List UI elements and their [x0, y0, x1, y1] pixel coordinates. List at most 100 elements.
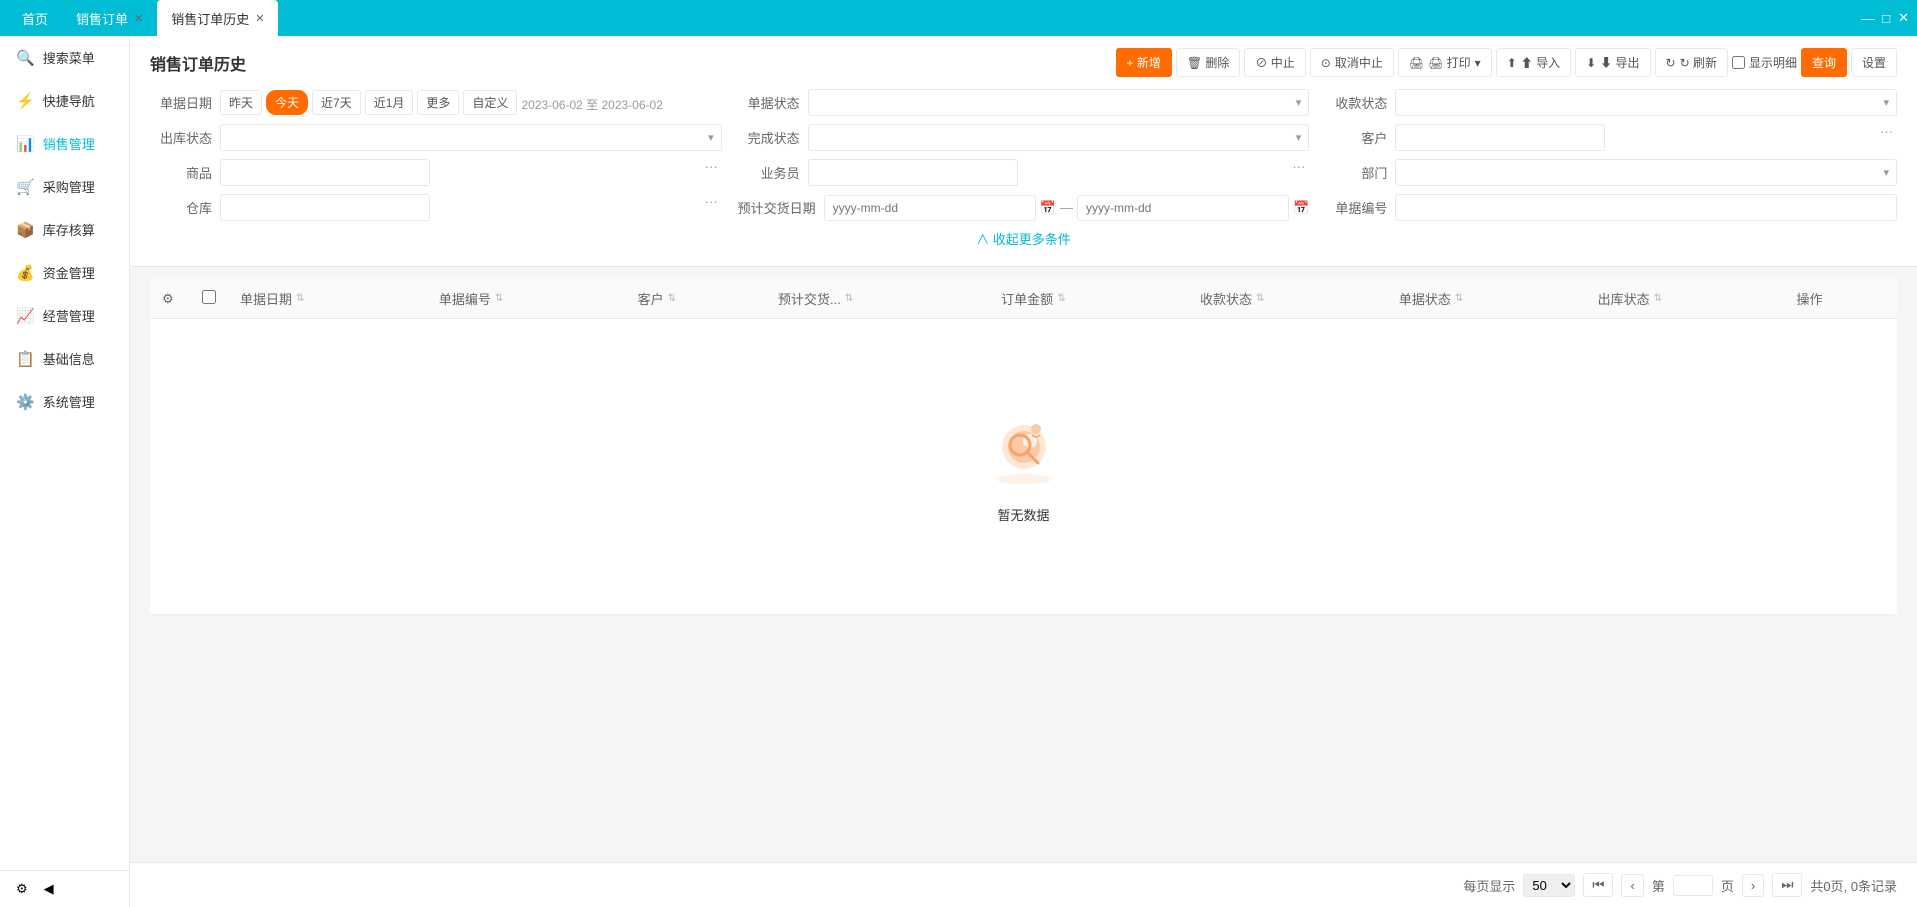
customer-dots-icon[interactable]: ··· — [1876, 124, 1897, 139]
show-cols-checkbox-group[interactable]: 显示明细 — [1732, 54, 1797, 71]
sidebar-item-sales[interactable]: 📊 销售管理 — [0, 122, 129, 165]
complete-status-select[interactable] — [808, 124, 1310, 151]
dept-select[interactable] — [1395, 159, 1897, 186]
th-customer: 客户 ⇅ — [626, 279, 766, 319]
date-range-text: 2023-06-02 至 2023-06-02 — [521, 98, 662, 112]
filter-row-2: 出库状态 ▾ 完成状态 — [150, 124, 1897, 151]
tab-sales-order[interactable]: 销售订单 ✕ — [62, 0, 157, 36]
query-button[interactable]: 查询 — [1801, 48, 1847, 77]
refresh-button[interactable]: ↻ ↻ 刷新 — [1655, 48, 1728, 77]
delivery-status-select-wrapper: ▾ — [220, 124, 722, 151]
payment-status-select[interactable] — [1395, 89, 1897, 116]
sidebar-item-system[interactable]: ⚙️ 系统管理 — [0, 380, 129, 423]
sidebar-item-operation-label: 经营管理 — [43, 306, 95, 325]
next-page-btn[interactable]: › — [1742, 874, 1764, 897]
export-button[interactable]: ⬇ ⬇ 导出 — [1575, 48, 1650, 77]
dept-label: 部门 — [1325, 163, 1395, 182]
th-no: 单据编号 ⇅ — [427, 279, 626, 319]
sidebar-settings-icon[interactable]: ⚙ — [16, 881, 28, 897]
salesperson-dots-icon[interactable]: ··· — [1288, 159, 1309, 174]
delivery-status-select[interactable] — [220, 124, 722, 151]
sidebar-item-quick-nav[interactable]: ⚡ 快捷导航 — [0, 79, 129, 122]
th-expected-date-sort-icon[interactable]: ⇅ — [845, 293, 853, 304]
sidebar-item-basic-info[interactable]: 📋 基础信息 — [0, 337, 129, 380]
th-payment-status-sort-icon[interactable]: ⇅ — [1256, 293, 1264, 304]
sidebar-collapse-icon[interactable]: ◀ — [44, 881, 54, 897]
prev-page-btn[interactable]: ‹ — [1621, 874, 1643, 897]
print-button[interactable]: 🖨 🖨 打印 ▾ — [1398, 48, 1492, 77]
close-btn[interactable]: ✕ — [1898, 10, 1909, 26]
th-bill-status-sort-icon[interactable]: ⇅ — [1455, 293, 1463, 304]
th-bill-status: 单据状态 ⇅ — [1387, 279, 1586, 319]
table-area: ⚙ 单据日期 ⇅ 单据编号 — [130, 267, 1917, 862]
per-page-select[interactable]: 10 20 50 100 — [1523, 874, 1575, 897]
th-no-sort-icon[interactable]: ⇅ — [495, 293, 503, 304]
select-all-checkbox[interactable] — [202, 290, 216, 304]
expected-date-start-input[interactable] — [824, 195, 1036, 221]
th-date-sort-icon[interactable]: ⇅ — [296, 293, 304, 304]
page-title: 销售订单历史 — [150, 51, 246, 75]
goods-dots-icon[interactable]: ··· — [701, 159, 722, 174]
sidebar-item-operation[interactable]: 📈 经营管理 — [0, 294, 129, 337]
customer-filter-group: 客户 ··· — [1325, 124, 1897, 151]
warehouse-input[interactable] — [220, 194, 430, 221]
stop-button[interactable]: ⊘ 中止 — [1244, 48, 1305, 77]
maximize-btn[interactable]: □ — [1882, 11, 1890, 26]
content-area: 销售订单历史 + 新增 🗑 删除 ⊘ 中止 ⊙ 取消中止 🖨 🖨 打印 ▾ — [130, 36, 1917, 907]
tab-sales-order-history-close[interactable]: ✕ — [255, 12, 264, 25]
bill-status-select[interactable] — [808, 89, 1310, 116]
goods-input[interactable] — [220, 159, 430, 186]
yesterday-btn[interactable]: 昨天 — [220, 90, 262, 115]
th-amount: 订单金额 ⇅ — [989, 279, 1188, 319]
minimize-btn[interactable]: — — [1861, 11, 1874, 26]
show-cols-checkbox[interactable] — [1732, 56, 1745, 69]
more-date-btn[interactable]: 更多 — [417, 90, 459, 115]
first-page-btn[interactable]: ⏮ — [1583, 873, 1613, 897]
warehouse-dots-icon[interactable]: ··· — [701, 194, 722, 209]
calendar-start-icon[interactable]: 📅 — [1040, 200, 1056, 216]
filter-row-3: 商品 ··· 业务员 ··· 部门 — [150, 159, 1897, 186]
tab-home[interactable]: 首页 — [8, 0, 62, 36]
cancel-stop-button[interactable]: ⊙ 取消中止 — [1310, 48, 1394, 77]
page-label-after: 页 — [1721, 876, 1734, 895]
table-settings-icon[interactable]: ⚙ — [162, 291, 174, 306]
bill-no-label: 单据编号 — [1325, 198, 1395, 217]
new-button[interactable]: + 新增 — [1116, 48, 1172, 77]
th-expected-date-label: 预计交货... — [778, 289, 841, 308]
warehouse-input-wrapper: ··· — [220, 194, 722, 221]
sidebar-item-system-label: 系统管理 — [43, 392, 95, 411]
delete-button[interactable]: 🗑 删除 — [1176, 48, 1241, 77]
empty-state: 暂无数据 — [162, 329, 1885, 604]
sidebar-item-purchase[interactable]: 🛒 采购管理 — [0, 165, 129, 208]
current-page-input[interactable]: 1 — [1673, 875, 1713, 896]
collapse-label: ∧ 收起更多条件 — [976, 232, 1071, 247]
salesperson-label: 业务员 — [738, 163, 808, 182]
th-delivery-status-sort-icon[interactable]: ⇅ — [1654, 293, 1662, 304]
custom-date-btn[interactable]: 自定义 — [463, 90, 517, 115]
last7days-btn[interactable]: 近7天 — [312, 90, 361, 115]
table-settings-th: ⚙ — [150, 279, 190, 319]
th-expected-date: 预计交货... ⇅ — [766, 279, 989, 319]
salesperson-input[interactable] — [808, 159, 1018, 186]
tab-sales-order-close[interactable]: ✕ — [134, 12, 143, 25]
last1month-btn[interactable]: 近1月 — [365, 90, 414, 115]
goods-label: 商品 — [150, 163, 220, 182]
sidebar-item-finance[interactable]: 💰 资金管理 — [0, 251, 129, 294]
bill-no-input[interactable] — [1395, 194, 1897, 221]
last-page-btn[interactable]: ⏭ — [1772, 873, 1802, 897]
calendar-end-icon[interactable]: 📅 — [1293, 200, 1309, 216]
sidebar-item-inventory[interactable]: 📦 库存核算 — [0, 208, 129, 251]
th-amount-sort-icon[interactable]: ⇅ — [1057, 293, 1065, 304]
today-btn[interactable]: 今天 — [266, 90, 308, 115]
tab-sales-order-history[interactable]: 销售订单历史 ✕ — [157, 0, 278, 36]
salesperson-input-wrapper: ··· — [808, 159, 1310, 186]
expected-date-end-input[interactable] — [1077, 195, 1289, 221]
warehouse-label: 仓库 — [150, 198, 220, 217]
sidebar-item-inventory-label: 库存核算 — [43, 220, 95, 239]
import-button[interactable]: ⬆ ⬆ 导入 — [1496, 48, 1571, 77]
settings-button[interactable]: 设置 — [1851, 48, 1897, 77]
customer-input[interactable] — [1395, 124, 1605, 151]
th-customer-sort-icon[interactable]: ⇅ — [668, 293, 676, 304]
collapse-btn[interactable]: ∧ 收起更多条件 — [150, 225, 1897, 256]
sidebar-item-search[interactable]: 🔍 搜索菜单 — [0, 36, 129, 79]
